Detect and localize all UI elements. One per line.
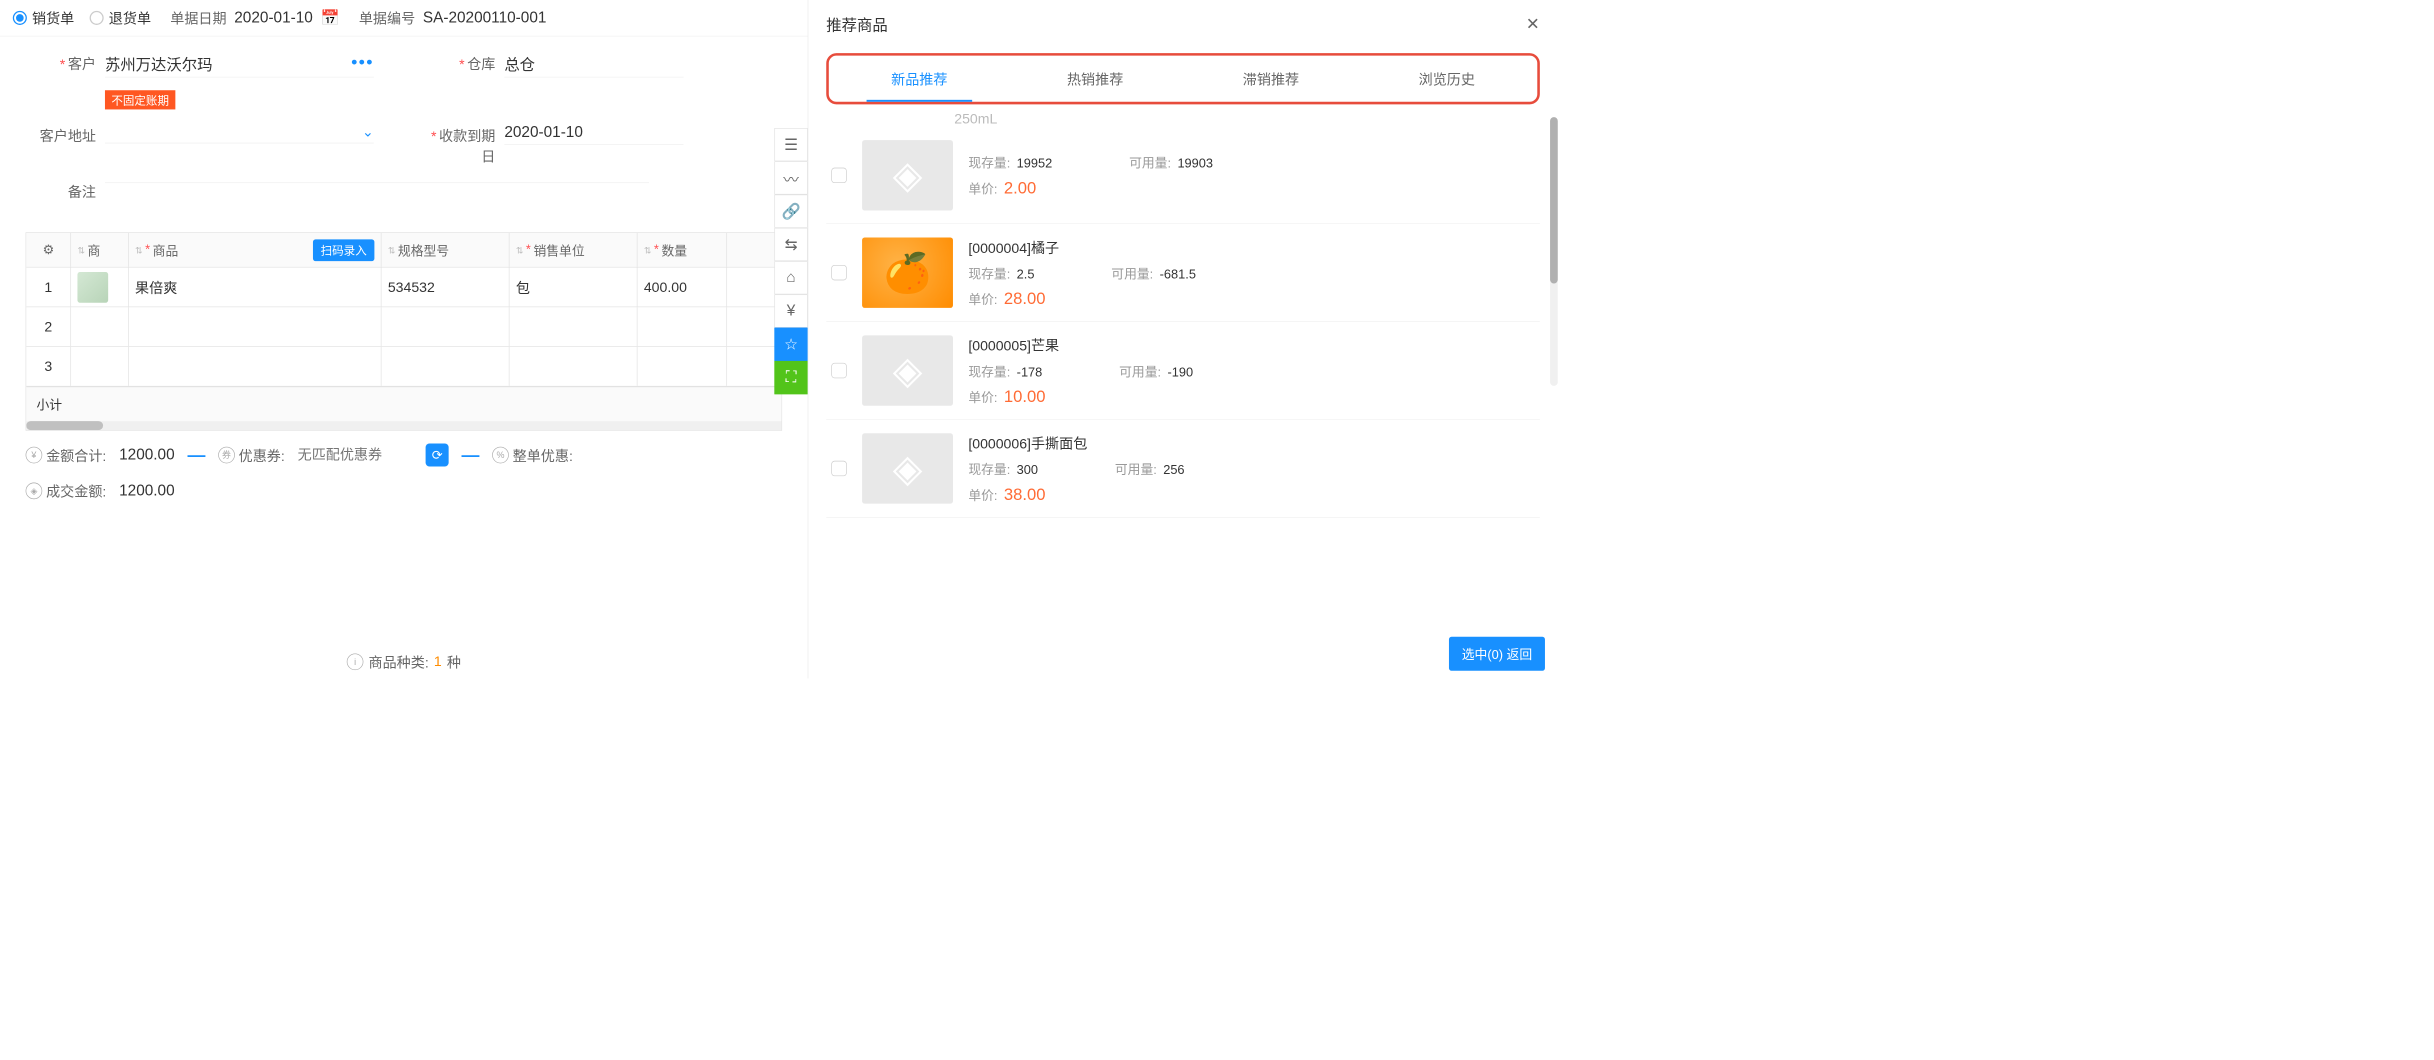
cell-qty[interactable]: 400.00 bbox=[637, 268, 727, 307]
remark-input[interactable] bbox=[105, 177, 649, 183]
list-item: ◈ [0000005]芒果 现存量:-178 可用量:-190 单价:10.00 bbox=[826, 322, 1540, 420]
warehouse-input[interactable]: 总仓 bbox=[504, 49, 683, 77]
chevron-down-icon: ⌄ bbox=[362, 124, 374, 141]
discount-icon: % bbox=[492, 447, 509, 464]
tool-list-icon[interactable]: ☰ bbox=[774, 128, 807, 161]
table-row[interactable]: 2 bbox=[26, 307, 781, 347]
info-icon: i bbox=[347, 653, 364, 670]
product-image-placeholder: ◈ bbox=[862, 335, 953, 405]
doc-date-label: 单据日期 bbox=[170, 8, 226, 28]
col-image[interactable]: ⇅商 bbox=[71, 233, 129, 267]
radio-sales-label: 销货单 bbox=[32, 8, 74, 28]
warehouse-label: *仓库 bbox=[425, 49, 495, 73]
doc-num-value: SA-20200110-001 bbox=[423, 9, 547, 27]
product-kinds-value: 1 bbox=[434, 653, 442, 670]
truncated-product-title: 250mL bbox=[826, 111, 1540, 128]
coupon-input[interactable] bbox=[298, 447, 413, 464]
product-title: [0000006]手撕面包 bbox=[968, 433, 1540, 453]
grid-settings-button[interactable]: ⚙ bbox=[26, 233, 71, 267]
list-item: ◈ 现存量:19952 可用量:19903 单价:2.00 bbox=[826, 127, 1540, 224]
calendar-icon[interactable]: 📅 bbox=[321, 9, 340, 28]
refresh-coupon-button[interactable]: ⟳ bbox=[426, 444, 449, 467]
product-image-orange: 🍊 bbox=[862, 237, 953, 307]
cell-unit[interactable]: 包 bbox=[509, 268, 637, 307]
close-icon[interactable]: ✕ bbox=[1526, 14, 1540, 34]
col-unit[interactable]: ⇅*销售单位 bbox=[509, 233, 637, 267]
minus-icon: — bbox=[187, 445, 205, 465]
scan-input-badge[interactable]: 扫码录入 bbox=[313, 239, 374, 261]
tool-chart-icon[interactable]: 〰 bbox=[774, 161, 807, 194]
remark-label: 备注 bbox=[26, 177, 96, 201]
tab-slow-recommend[interactable]: 滞销推荐 bbox=[1183, 58, 1359, 99]
radio-return-label: 退货单 bbox=[109, 8, 151, 28]
cell-spec[interactable]: 534532 bbox=[381, 268, 509, 307]
whole-discount-label: 整单优惠: bbox=[513, 445, 573, 465]
currency-icon: ¥ bbox=[26, 447, 43, 464]
radio-sales-order[interactable]: 销货单 bbox=[13, 8, 74, 28]
selected-return-button[interactable]: 选中(0) 返回 bbox=[1449, 637, 1545, 671]
address-label: 客户地址 bbox=[26, 121, 96, 145]
tool-expand-icon[interactable]: ⛶ bbox=[774, 361, 807, 394]
customer-label: *客户 bbox=[26, 49, 96, 77]
tab-new-recommend[interactable]: 新品推荐 bbox=[831, 58, 1007, 99]
amount-total-value: 1200.00 bbox=[119, 446, 175, 464]
product-title: [0000004]橘子 bbox=[968, 237, 1540, 257]
list-item: ◈ [0000006]手撕面包 现存量:300 可用量:256 单价:38.00 bbox=[826, 420, 1540, 518]
product-checkbox[interactable] bbox=[831, 461, 846, 476]
vertical-scrollbar[interactable] bbox=[1550, 117, 1558, 386]
tool-exchange-icon[interactable]: ⇆ bbox=[774, 228, 807, 261]
tool-link-icon[interactable]: 🔗 bbox=[774, 195, 807, 228]
due-date-input[interactable]: 2020-01-10 bbox=[504, 121, 683, 145]
row-index: 1 bbox=[26, 268, 71, 307]
tab-browse-history[interactable]: 浏览历史 bbox=[1359, 58, 1535, 99]
product-grid: ⚙ ⇅商 ⇅*商品 扫码录入 ⇅规格型号 ⇅*销售单位 ⇅*数量 1 果倍爽 5… bbox=[26, 232, 782, 430]
recommend-tabs-highlight: 新品推荐 热销推荐 滞销推荐 浏览历史 bbox=[826, 53, 1540, 104]
more-dots-icon[interactable]: ••• bbox=[351, 52, 374, 72]
product-thumb bbox=[77, 272, 108, 303]
minus-icon: — bbox=[461, 445, 479, 465]
account-period-badge: 不固定账期 bbox=[105, 90, 175, 109]
radio-return-order[interactable]: 退货单 bbox=[90, 8, 151, 28]
product-image-placeholder: ◈ bbox=[862, 433, 953, 503]
deal-amount-label: 成交金额: bbox=[46, 481, 106, 501]
product-kinds-label: 商品种类: bbox=[369, 652, 429, 672]
recommend-panel-title: 推荐商品 bbox=[826, 13, 887, 35]
stock-value: 19952 bbox=[1017, 157, 1053, 171]
list-item: 🍊 [0000004]橘子 现存量:2.5 可用量:-681.5 单价:28.0… bbox=[826, 224, 1540, 322]
tool-bookmark-icon[interactable]: ⌂ bbox=[774, 261, 807, 294]
customer-input[interactable]: 苏州万达沃尔玛 ••• bbox=[105, 49, 374, 77]
radio-unchecked-icon bbox=[90, 11, 104, 25]
doc-date-value[interactable]: 2020-01-10 bbox=[234, 9, 313, 27]
address-select[interactable]: ⌄ bbox=[105, 121, 374, 143]
horizontal-scrollbar[interactable] bbox=[26, 421, 781, 430]
table-row[interactable]: 3 bbox=[26, 347, 781, 387]
radio-checked-icon bbox=[13, 11, 27, 25]
deal-amount-value: 1200.00 bbox=[119, 482, 175, 500]
product-checkbox[interactable] bbox=[831, 363, 846, 378]
tab-hot-recommend[interactable]: 热销推荐 bbox=[1007, 58, 1183, 99]
coupon-label: 优惠券: bbox=[239, 445, 285, 465]
amount-total-label: 金额合计: bbox=[46, 445, 106, 465]
doc-num-label: 单据编号 bbox=[359, 8, 415, 28]
product-image-placeholder: ◈ bbox=[862, 140, 953, 210]
col-product[interactable]: ⇅*商品 扫码录入 bbox=[129, 233, 382, 267]
tool-currency-icon[interactable]: ¥ bbox=[774, 294, 807, 327]
price-value: 2.00 bbox=[1004, 178, 1036, 197]
product-checkbox[interactable] bbox=[831, 168, 846, 183]
col-qty[interactable]: ⇅*数量 bbox=[637, 233, 727, 267]
product-checkbox[interactable] bbox=[831, 265, 846, 280]
col-spec[interactable]: ⇅规格型号 bbox=[381, 233, 509, 267]
tool-star-icon[interactable]: ☆ bbox=[774, 328, 807, 361]
table-row[interactable]: 1 果倍爽 534532 包 400.00 bbox=[26, 268, 781, 308]
subtotal-row: 小计 bbox=[26, 387, 781, 422]
deal-icon: ◈ bbox=[26, 483, 43, 500]
avail-value: 19903 bbox=[1177, 157, 1213, 171]
coupon-icon: 券 bbox=[218, 447, 235, 464]
cell-product[interactable]: 果倍爽 bbox=[129, 268, 382, 307]
product-title: [0000005]芒果 bbox=[968, 335, 1540, 355]
product-kinds-unit: 种 bbox=[447, 652, 461, 672]
due-date-label: *收款到期日 bbox=[425, 121, 495, 166]
